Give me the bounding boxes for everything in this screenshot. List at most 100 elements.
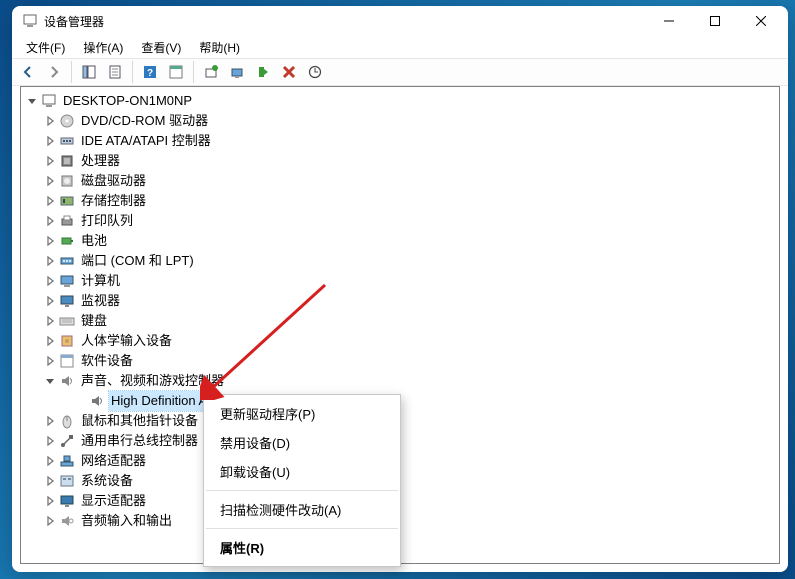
maximize-button[interactable] bbox=[692, 6, 738, 36]
chevron-right-icon[interactable] bbox=[43, 494, 57, 508]
chevron-right-icon[interactable] bbox=[43, 434, 57, 448]
tree-category[interactable]: 端口 (COM 和 LPT) bbox=[21, 251, 779, 271]
cpu-icon bbox=[59, 153, 75, 169]
menu-file[interactable]: 文件(F) bbox=[18, 37, 73, 58]
chevron-right-icon[interactable] bbox=[43, 194, 57, 208]
chevron-right-icon[interactable] bbox=[43, 114, 57, 128]
tb-update-driver-button[interactable] bbox=[225, 61, 249, 83]
cm-update-driver[interactable]: 更新驱动程序(P) bbox=[204, 399, 400, 428]
menu-action[interactable]: 操作(A) bbox=[75, 37, 131, 58]
tree-category-label: 人体学输入设备 bbox=[79, 331, 174, 351]
chevron-right-icon[interactable] bbox=[43, 414, 57, 428]
nav-back-button[interactable] bbox=[16, 61, 40, 83]
chevron-right-icon[interactable] bbox=[43, 134, 57, 148]
software-icon bbox=[59, 353, 75, 369]
tree-category-label: 监视器 bbox=[79, 291, 122, 311]
chevron-right-icon[interactable] bbox=[43, 154, 57, 168]
hid-icon bbox=[59, 333, 75, 349]
battery-icon bbox=[59, 233, 75, 249]
tree-category[interactable]: 电池 bbox=[21, 231, 779, 251]
chevron-down-icon[interactable] bbox=[25, 94, 39, 108]
toolbar-separator bbox=[71, 61, 72, 83]
window-controls bbox=[646, 6, 784, 36]
chevron-right-icon[interactable] bbox=[43, 254, 57, 268]
tree-category-label: 计算机 bbox=[79, 271, 122, 291]
tree-category[interactable]: 计算机 bbox=[21, 271, 779, 291]
disk-icon bbox=[59, 173, 75, 189]
tree-category-label: 电池 bbox=[79, 231, 109, 251]
tree-category[interactable]: 处理器 bbox=[21, 151, 779, 171]
chevron-right-icon[interactable] bbox=[43, 334, 57, 348]
network-icon bbox=[59, 453, 75, 469]
display-icon bbox=[59, 493, 75, 509]
tree-category-label: 音频输入和输出 bbox=[79, 511, 174, 531]
menu-help[interactable]: 帮助(H) bbox=[191, 37, 248, 58]
tb-console-button[interactable] bbox=[164, 61, 188, 83]
computer-icon bbox=[59, 273, 75, 289]
keyboard-icon bbox=[59, 313, 75, 329]
tree-category-label: 网络适配器 bbox=[79, 451, 148, 471]
cm-disable-device[interactable]: 禁用设备(D) bbox=[204, 428, 400, 457]
chevron-right-icon[interactable] bbox=[43, 314, 57, 328]
window-title: 设备管理器 bbox=[44, 13, 104, 30]
cm-separator bbox=[206, 528, 398, 529]
usb-icon bbox=[59, 433, 75, 449]
tree-root[interactable]: DESKTOP-ON1M0NP bbox=[21, 91, 779, 111]
minimize-button[interactable] bbox=[646, 6, 692, 36]
tree-category[interactable]: 磁盘驱动器 bbox=[21, 171, 779, 191]
chevron-right-icon[interactable] bbox=[43, 474, 57, 488]
tree-category-label: 软件设备 bbox=[79, 351, 135, 371]
toolbar: ? bbox=[12, 58, 788, 86]
storage-icon bbox=[59, 193, 75, 209]
svg-text:?: ? bbox=[147, 68, 153, 79]
tb-refresh-button[interactable] bbox=[303, 61, 327, 83]
tree-category-label: 处理器 bbox=[79, 151, 122, 171]
tree-category-label: 磁盘驱动器 bbox=[79, 171, 148, 191]
tree-category[interactable]: 键盘 bbox=[21, 311, 779, 331]
tree-category-label: 通用串行总线控制器 bbox=[79, 431, 200, 451]
tb-properties-button[interactable] bbox=[103, 61, 127, 83]
tree-category[interactable]: 人体学输入设备 bbox=[21, 331, 779, 351]
tree-category[interactable]: 存储控制器 bbox=[21, 191, 779, 211]
tree-category[interactable]: IDE ATA/ATAPI 控制器 bbox=[21, 131, 779, 151]
toolbar-separator bbox=[132, 61, 133, 83]
tree-category[interactable]: 声音、视频和游戏控制器 bbox=[21, 371, 779, 391]
computer-icon bbox=[41, 93, 57, 109]
cm-scan-hardware[interactable]: 扫描检测硬件改动(A) bbox=[204, 495, 400, 524]
cm-properties[interactable]: 属性(R) bbox=[204, 533, 400, 562]
chevron-right-icon[interactable] bbox=[43, 214, 57, 228]
cm-uninstall-device[interactable]: 卸载设备(U) bbox=[204, 457, 400, 486]
tree-category-label: IDE ATA/ATAPI 控制器 bbox=[79, 131, 213, 151]
toolbar-separator bbox=[193, 61, 194, 83]
chevron-right-icon[interactable] bbox=[43, 174, 57, 188]
close-button[interactable] bbox=[738, 6, 784, 36]
chevron-right-icon[interactable] bbox=[43, 274, 57, 288]
chevron-right-icon[interactable] bbox=[43, 354, 57, 368]
chevron-right-icon[interactable] bbox=[43, 234, 57, 248]
tree-category[interactable]: 打印队列 bbox=[21, 211, 779, 231]
tree-category[interactable]: 软件设备 bbox=[21, 351, 779, 371]
speaker-icon bbox=[89, 393, 105, 409]
tb-uninstall-button[interactable] bbox=[277, 61, 301, 83]
tb-show-hide-tree-button[interactable] bbox=[77, 61, 101, 83]
chevron-right-icon[interactable] bbox=[43, 454, 57, 468]
nav-forward-button[interactable] bbox=[42, 61, 66, 83]
chevron-right-icon[interactable] bbox=[43, 514, 57, 528]
menu-bar: 文件(F) 操作(A) 查看(V) 帮助(H) bbox=[12, 36, 788, 58]
chevron-down-icon[interactable] bbox=[43, 374, 57, 388]
tree-category-label: 端口 (COM 和 LPT) bbox=[79, 251, 196, 271]
tree-category-label: 系统设备 bbox=[79, 471, 135, 491]
tree-category-label: 键盘 bbox=[79, 311, 109, 331]
tb-help-button[interactable]: ? bbox=[138, 61, 162, 83]
sound-icon bbox=[59, 373, 75, 389]
tree-category[interactable]: DVD/CD-ROM 驱动器 bbox=[21, 111, 779, 131]
tb-enable-button[interactable] bbox=[251, 61, 275, 83]
chevron-right-icon[interactable] bbox=[43, 294, 57, 308]
tree-device-label: High Definition Au bbox=[109, 391, 216, 411]
title-bar: 设备管理器 bbox=[12, 6, 788, 36]
tree-category-label: 声音、视频和游戏控制器 bbox=[79, 371, 226, 391]
tree-category[interactable]: 监视器 bbox=[21, 291, 779, 311]
menu-view[interactable]: 查看(V) bbox=[133, 37, 189, 58]
tree-category-label: 存储控制器 bbox=[79, 191, 148, 211]
tb-scan-hardware-button[interactable] bbox=[199, 61, 223, 83]
